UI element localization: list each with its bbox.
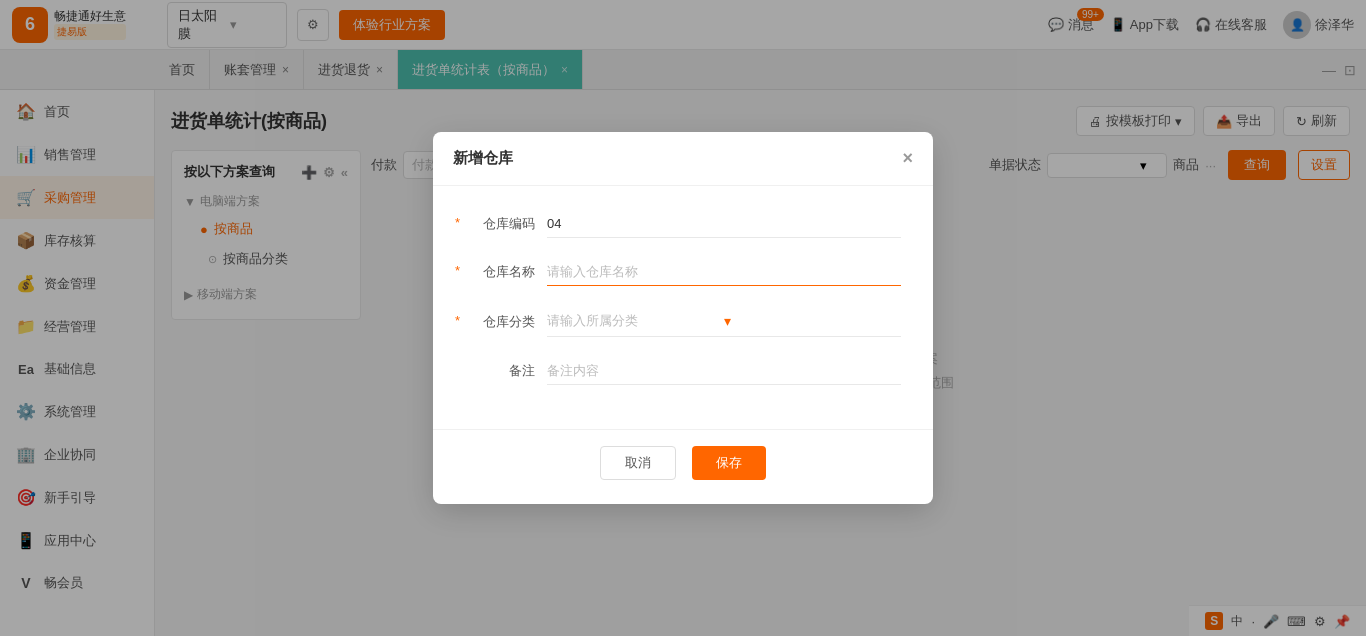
dialog-footer: 取消 保存 [433, 429, 933, 504]
add-warehouse-dialog: 新增仓库 × 仓库编码 仓库名称 仓库分类 请输入所属分类 ▾ [433, 132, 933, 504]
form-row-code: 仓库编码 [465, 210, 901, 238]
category-placeholder: 请输入所属分类 [547, 312, 724, 330]
save-button[interactable]: 保存 [692, 446, 766, 480]
category-arrow-icon: ▾ [724, 313, 901, 329]
form-row-note: 备注 [465, 357, 901, 385]
form-row-category: 仓库分类 请输入所属分类 ▾ [465, 306, 901, 337]
name-label: 仓库名称 [465, 263, 535, 281]
code-label: 仓库编码 [465, 215, 535, 233]
dialog-body: 仓库编码 仓库名称 仓库分类 请输入所属分类 ▾ 备注 [433, 186, 933, 429]
cancel-button[interactable]: 取消 [600, 446, 676, 480]
code-input[interactable] [547, 210, 901, 238]
note-input[interactable] [547, 357, 901, 385]
dialog-title: 新增仓库 [453, 149, 513, 168]
note-label: 备注 [465, 362, 535, 380]
name-input[interactable] [547, 258, 901, 286]
category-select[interactable]: 请输入所属分类 ▾ [547, 306, 901, 337]
dialog-header: 新增仓库 × [433, 132, 933, 186]
form-row-name: 仓库名称 [465, 258, 901, 286]
category-label: 仓库分类 [465, 313, 535, 331]
dialog-close-button[interactable]: × [902, 148, 913, 169]
dialog-overlay: 新增仓库 × 仓库编码 仓库名称 仓库分类 请输入所属分类 ▾ [0, 0, 1366, 636]
